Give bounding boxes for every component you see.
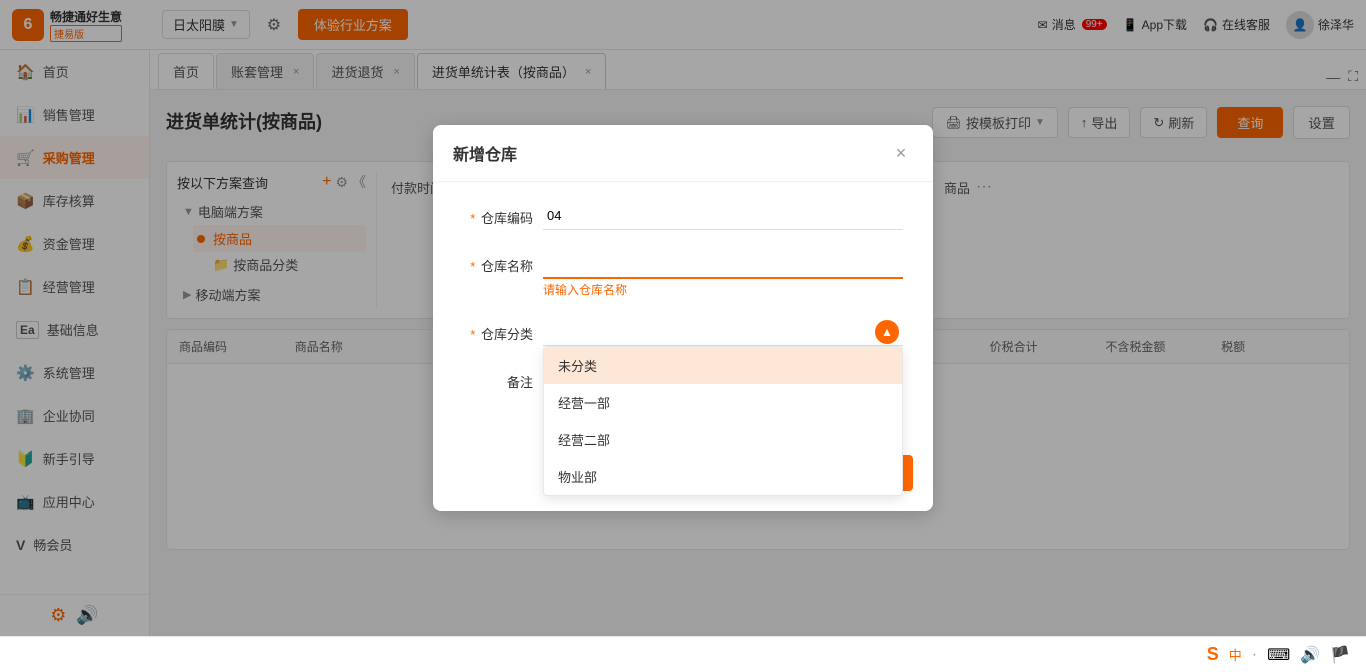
modal-overlay[interactable]: 新增仓库 × * 仓库编码 * 仓库名称: [0, 0, 1366, 636]
dropdown-item-dept1[interactable]: 经营一部: [544, 384, 902, 421]
zh-label: 中: [1229, 645, 1242, 664]
dropdown-item-dept2[interactable]: 经营二部: [544, 421, 902, 458]
name-required-star: *: [470, 259, 475, 274]
dialog-header: 新增仓库 ×: [433, 125, 933, 182]
category-label: * 仓库分类: [463, 318, 543, 343]
keyboard-icon: ⌨: [1267, 645, 1290, 665]
code-required-star: *: [470, 211, 475, 226]
new-warehouse-dialog: 新增仓库 × * 仓库编码 * 仓库名称: [433, 125, 933, 511]
dropdown-item-none[interactable]: 未分类: [544, 347, 902, 384]
speaker-status-icon: 🔊: [1300, 645, 1320, 665]
status-bar: S 中 · ⌨ 🔊 🏴: [0, 636, 1366, 672]
category-input[interactable]: [543, 318, 903, 346]
warehouse-name-row: * 仓库名称 请输入仓库名称: [463, 250, 903, 298]
code-input-wrap: [543, 202, 903, 230]
flag-icon: 🏴: [1330, 645, 1350, 665]
dropdown-item-dept3[interactable]: 物业部: [544, 458, 902, 495]
shuang-icon: S: [1207, 644, 1219, 665]
warehouse-code-input[interactable]: [543, 202, 903, 230]
warehouse-name-input[interactable]: [543, 250, 903, 279]
category-required-star: *: [470, 327, 475, 342]
dialog-close-button[interactable]: ×: [889, 141, 913, 165]
warehouse-code-row: * 仓库编码: [463, 202, 903, 230]
category-toggle-button[interactable]: ▲: [875, 320, 899, 344]
dot-icon: ·: [1252, 646, 1257, 664]
name-label: * 仓库名称: [463, 250, 543, 275]
note-label: 备注: [463, 366, 543, 391]
category-input-wrap: ▲ 未分类 经营一部 经营二部 物业部: [543, 318, 903, 346]
category-dropdown: 未分类 经营一部 经营二部 物业部: [543, 346, 903, 496]
dialog-title: 新增仓库: [453, 141, 517, 165]
code-label: * 仓库编码: [463, 202, 543, 227]
name-error-msg: 请输入仓库名称: [543, 281, 903, 298]
warehouse-category-row: * 仓库分类 ▲ 未分类 经营一部 经营二部 物业部: [463, 318, 903, 346]
dialog-body: * 仓库编码 * 仓库名称 请输入仓库名称: [433, 182, 933, 445]
name-input-wrap: 请输入仓库名称: [543, 250, 903, 298]
status-bar-right: S 中 · ⌨ 🔊 🏴: [1207, 644, 1350, 665]
